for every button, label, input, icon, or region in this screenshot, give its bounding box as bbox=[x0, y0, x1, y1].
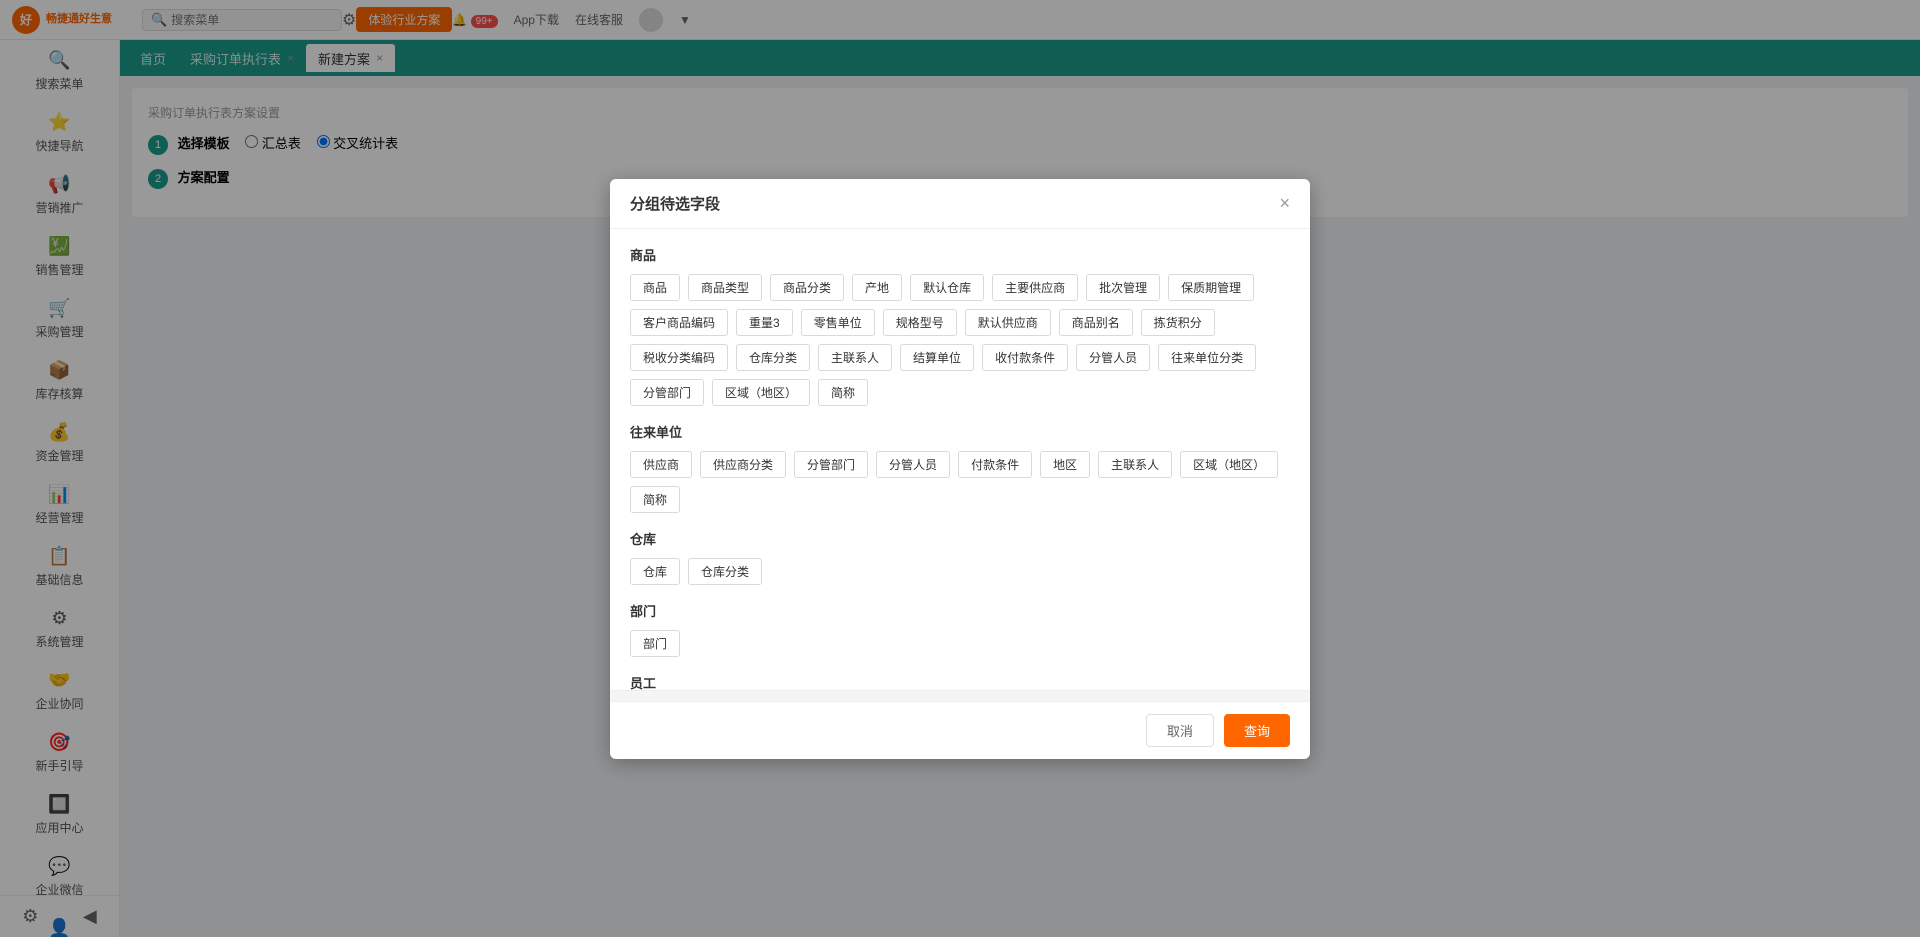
field-chip[interactable]: 零售单位 bbox=[801, 309, 875, 336]
field-chip[interactable]: 商品类型 bbox=[688, 274, 762, 301]
field-chip[interactable]: 地区 bbox=[1040, 451, 1090, 478]
field-chip[interactable]: 主联系人 bbox=[1098, 451, 1172, 478]
field-chip[interactable]: 分管人员 bbox=[1076, 344, 1150, 371]
partner-field-chips: 供应商 供应商分类 分管部门 分管人员 付款条件 地区 主联系人 区域（地区） … bbox=[630, 451, 1290, 513]
section-goods: 商品 商品 商品类型 商品分类 产地 默认仓库 主要供应商 批次管理 保质期管理… bbox=[630, 245, 1290, 406]
field-chip[interactable]: 结算单位 bbox=[900, 344, 974, 371]
section-partner: 往来单位 供应商 供应商分类 分管部门 分管人员 付款条件 地区 主联系人 区域… bbox=[630, 422, 1290, 513]
field-chip[interactable]: 主联系人 bbox=[818, 344, 892, 371]
section-staff: 员工 业务员 bbox=[630, 673, 1290, 690]
section-warehouse-title: 仓库 bbox=[630, 529, 1290, 548]
field-chip[interactable]: 重量3 bbox=[736, 309, 793, 336]
field-chip[interactable]: 区域（地区） bbox=[712, 379, 810, 406]
field-chip[interactable]: 往来单位分类 bbox=[1158, 344, 1256, 371]
field-chip[interactable]: 仓库分类 bbox=[736, 344, 810, 371]
field-chip[interactable]: 产地 bbox=[852, 274, 902, 301]
field-chip[interactable]: 默认供应商 bbox=[965, 309, 1051, 336]
field-chip[interactable]: 分管部门 bbox=[630, 379, 704, 406]
department-field-chips: 部门 bbox=[630, 630, 1290, 657]
field-chip[interactable]: 主要供应商 bbox=[992, 274, 1078, 301]
field-chip[interactable]: 简称 bbox=[818, 379, 868, 406]
field-chip[interactable]: 税收分类编码 bbox=[630, 344, 728, 371]
field-chip[interactable]: 分管人员 bbox=[876, 451, 950, 478]
field-chip[interactable]: 仓库分类 bbox=[688, 558, 762, 585]
modal-header: 分组待选字段 × bbox=[610, 179, 1310, 229]
modal-title: 分组待选字段 bbox=[630, 193, 720, 214]
field-chip[interactable]: 拣货积分 bbox=[1141, 309, 1215, 336]
modal-horizontal-scroll[interactable] bbox=[610, 690, 1310, 701]
field-chip[interactable]: 客户商品编码 bbox=[630, 309, 728, 336]
field-chip[interactable]: 简称 bbox=[630, 486, 680, 513]
field-chip[interactable]: 付款条件 bbox=[958, 451, 1032, 478]
field-chip[interactable]: 保质期管理 bbox=[1168, 274, 1254, 301]
field-chip[interactable]: 分管部门 bbox=[794, 451, 868, 478]
section-warehouse: 仓库 仓库 仓库分类 bbox=[630, 529, 1290, 585]
modal-overlay: 分组待选字段 × 商品 商品 商品类型 商品分类 产地 默认仓库 主要供应商 批… bbox=[0, 0, 1920, 937]
field-select-modal: 分组待选字段 × 商品 商品 商品类型 商品分类 产地 默认仓库 主要供应商 批… bbox=[610, 179, 1310, 759]
confirm-button[interactable]: 查询 bbox=[1224, 714, 1290, 747]
field-chip[interactable]: 商品 bbox=[630, 274, 680, 301]
section-staff-title: 员工 bbox=[630, 673, 1290, 690]
section-goods-title: 商品 bbox=[630, 245, 1290, 264]
field-chip[interactable]: 供应商 bbox=[630, 451, 692, 478]
field-chip[interactable]: 商品分类 bbox=[770, 274, 844, 301]
field-chip[interactable]: 部门 bbox=[630, 630, 680, 657]
field-chip[interactable]: 收付款条件 bbox=[982, 344, 1068, 371]
section-department-title: 部门 bbox=[630, 601, 1290, 620]
cancel-button[interactable]: 取消 bbox=[1146, 714, 1214, 747]
section-department: 部门 部门 bbox=[630, 601, 1290, 657]
field-chip[interactable]: 供应商分类 bbox=[700, 451, 786, 478]
section-partner-title: 往来单位 bbox=[630, 422, 1290, 441]
field-chip[interactable]: 商品别名 bbox=[1059, 309, 1133, 336]
modal-footer: 取消 查询 bbox=[610, 701, 1310, 759]
goods-field-chips: 商品 商品类型 商品分类 产地 默认仓库 主要供应商 批次管理 保质期管理 客户… bbox=[630, 274, 1290, 406]
field-chip[interactable]: 规格型号 bbox=[883, 309, 957, 336]
modal-close-button[interactable]: × bbox=[1279, 193, 1290, 214]
field-chip[interactable]: 批次管理 bbox=[1086, 274, 1160, 301]
warehouse-field-chips: 仓库 仓库分类 bbox=[630, 558, 1290, 585]
field-chip[interactable]: 默认仓库 bbox=[910, 274, 984, 301]
field-chip[interactable]: 区域（地区） bbox=[1180, 451, 1278, 478]
field-chip[interactable]: 仓库 bbox=[630, 558, 680, 585]
modal-body: 商品 商品 商品类型 商品分类 产地 默认仓库 主要供应商 批次管理 保质期管理… bbox=[610, 229, 1310, 690]
